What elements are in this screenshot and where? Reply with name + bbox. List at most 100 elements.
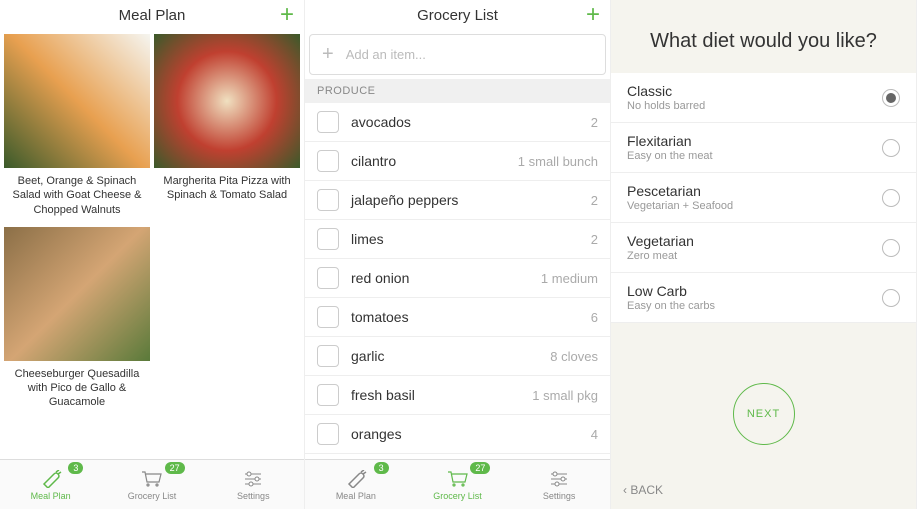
carrot-icon bbox=[40, 469, 62, 489]
checkbox[interactable] bbox=[317, 150, 339, 172]
add-item-input[interactable]: + Add an item... bbox=[309, 34, 606, 75]
sliders-icon bbox=[549, 469, 569, 489]
grocery-content: + Add an item... PRODUCE avocados2cilant… bbox=[305, 30, 610, 459]
add-meal-button[interactable]: + bbox=[280, 1, 294, 29]
cart-icon bbox=[140, 469, 164, 489]
back-button[interactable]: ‹ BACK bbox=[623, 483, 663, 497]
checkbox[interactable] bbox=[317, 228, 339, 250]
meal-title: Margherita Pita Pizza with Spinach & Tom… bbox=[154, 168, 300, 209]
section-header: PRODUCE bbox=[305, 79, 610, 103]
page-title: Meal Plan bbox=[119, 7, 186, 24]
tab-bar: Meal Plan 3 Grocery List 27 Settings bbox=[305, 459, 610, 509]
diet-option[interactable]: PescetarianVegetarian + Seafood bbox=[611, 173, 916, 223]
diet-selection-screen: What diet would you like? ClassicNo hold… bbox=[611, 0, 917, 509]
grocery-item[interactable]: garlic8 cloves bbox=[305, 337, 610, 376]
carrot-icon bbox=[345, 469, 367, 489]
tab-meal-plan[interactable]: Meal Plan 3 bbox=[305, 460, 407, 509]
meal-card[interactable]: Margherita Pita Pizza with Spinach & Tom… bbox=[154, 34, 300, 223]
diet-name: Low Carb bbox=[627, 283, 882, 299]
meal-title: Beet, Orange & Spinach Salad with Goat C… bbox=[4, 168, 150, 223]
diet-desc: Easy on the meat bbox=[627, 150, 882, 162]
item-name: limes bbox=[351, 231, 591, 247]
item-name: oranges bbox=[351, 426, 591, 442]
grocery-item[interactable]: fresh basil1 small pkg bbox=[305, 376, 610, 415]
meal-card[interactable]: Beet, Orange & Spinach Salad with Goat C… bbox=[4, 34, 150, 223]
diet-desc: Vegetarian + Seafood bbox=[627, 200, 882, 212]
tab-settings[interactable]: Settings bbox=[508, 460, 610, 509]
grocery-item[interactable]: red onion1 medium bbox=[305, 259, 610, 298]
item-qty: 1 small bunch bbox=[518, 154, 598, 169]
diet-option[interactable]: ClassicNo holds barred bbox=[611, 73, 916, 123]
badge: 3 bbox=[374, 462, 389, 474]
meal-card[interactable]: Cheeseburger Quesadilla with Pico de Gal… bbox=[4, 227, 150, 416]
add-item-placeholder: Add an item... bbox=[346, 47, 426, 62]
item-name: red onion bbox=[351, 270, 541, 286]
meal-title: Cheeseburger Quesadilla with Pico de Gal… bbox=[4, 361, 150, 416]
meal-plan-screen: Meal Plan + Beet, Orange & Spinach Salad… bbox=[0, 0, 305, 509]
item-qty: 2 bbox=[591, 115, 598, 130]
diet-name: Pescetarian bbox=[627, 183, 882, 199]
radio-button[interactable] bbox=[882, 289, 900, 307]
grocery-list-screen: Grocery List + + Add an item... PRODUCE … bbox=[305, 0, 611, 509]
tab-settings[interactable]: Settings bbox=[203, 460, 304, 509]
item-qty: 4 bbox=[591, 427, 598, 442]
item-name: fresh basil bbox=[351, 387, 532, 403]
diet-list: ClassicNo holds barredFlexitarianEasy on… bbox=[611, 73, 916, 323]
meal-image bbox=[154, 34, 300, 168]
radio-button[interactable] bbox=[882, 189, 900, 207]
grocery-item[interactable]: avocados2 bbox=[305, 103, 610, 142]
grocery-item[interactable]: limes2 bbox=[305, 220, 610, 259]
diet-name: Classic bbox=[627, 83, 882, 99]
checkbox[interactable] bbox=[317, 267, 339, 289]
cart-icon bbox=[446, 469, 470, 489]
item-qty: 2 bbox=[591, 193, 598, 208]
radio-button[interactable] bbox=[882, 89, 900, 107]
page-title: Grocery List bbox=[417, 7, 498, 24]
diet-desc: Zero meat bbox=[627, 250, 882, 262]
checkbox[interactable] bbox=[317, 306, 339, 328]
diet-desc: Easy on the carbs bbox=[627, 300, 882, 312]
tab-label: Settings bbox=[237, 491, 270, 501]
item-name: garlic bbox=[351, 348, 550, 364]
sliders-icon bbox=[243, 469, 263, 489]
tab-meal-plan[interactable]: Meal Plan 3 bbox=[0, 460, 101, 509]
grocery-item[interactable]: oranges4 bbox=[305, 415, 610, 454]
item-name: tomatoes bbox=[351, 309, 591, 325]
item-name: jalapeño peppers bbox=[351, 192, 591, 208]
item-qty: 2 bbox=[591, 232, 598, 247]
meal-image bbox=[4, 34, 150, 168]
checkbox[interactable] bbox=[317, 111, 339, 133]
item-qty: 6 bbox=[591, 310, 598, 325]
header: Grocery List + bbox=[305, 0, 610, 30]
tab-label: Grocery List bbox=[128, 491, 177, 501]
diet-name: Flexitarian bbox=[627, 133, 882, 149]
badge: 27 bbox=[470, 462, 490, 474]
tab-label: Meal Plan bbox=[336, 491, 376, 501]
tab-grocery-list[interactable]: Grocery List 27 bbox=[407, 460, 509, 509]
tab-label: Settings bbox=[543, 491, 576, 501]
grocery-item[interactable]: tomatoes6 bbox=[305, 298, 610, 337]
grocery-item[interactable]: cilantro1 small bunch bbox=[305, 142, 610, 181]
item-name: avocados bbox=[351, 114, 591, 130]
diet-option[interactable]: VegetarianZero meat bbox=[611, 223, 916, 273]
diet-option[interactable]: Low CarbEasy on the carbs bbox=[611, 273, 916, 323]
plus-icon: + bbox=[322, 43, 334, 66]
tab-label: Meal Plan bbox=[31, 491, 71, 501]
checkbox[interactable] bbox=[317, 423, 339, 445]
item-qty: 1 medium bbox=[541, 271, 598, 286]
tab-label: Grocery List bbox=[433, 491, 482, 501]
next-button[interactable]: NEXT bbox=[733, 383, 795, 445]
tab-grocery-list[interactable]: Grocery List 27 bbox=[101, 460, 202, 509]
checkbox[interactable] bbox=[317, 345, 339, 367]
badge: 3 bbox=[68, 462, 83, 474]
add-item-button[interactable]: + bbox=[586, 1, 600, 29]
tab-bar: Meal Plan 3 Grocery List 27 Settings bbox=[0, 459, 304, 509]
checkbox[interactable] bbox=[317, 384, 339, 406]
checkbox[interactable] bbox=[317, 189, 339, 211]
grocery-item[interactable]: jalapeño peppers2 bbox=[305, 181, 610, 220]
badge: 27 bbox=[165, 462, 185, 474]
radio-button[interactable] bbox=[882, 239, 900, 257]
diet-option[interactable]: FlexitarianEasy on the meat bbox=[611, 123, 916, 173]
radio-button[interactable] bbox=[882, 139, 900, 157]
meal-grid: Beet, Orange & Spinach Salad with Goat C… bbox=[0, 30, 304, 459]
